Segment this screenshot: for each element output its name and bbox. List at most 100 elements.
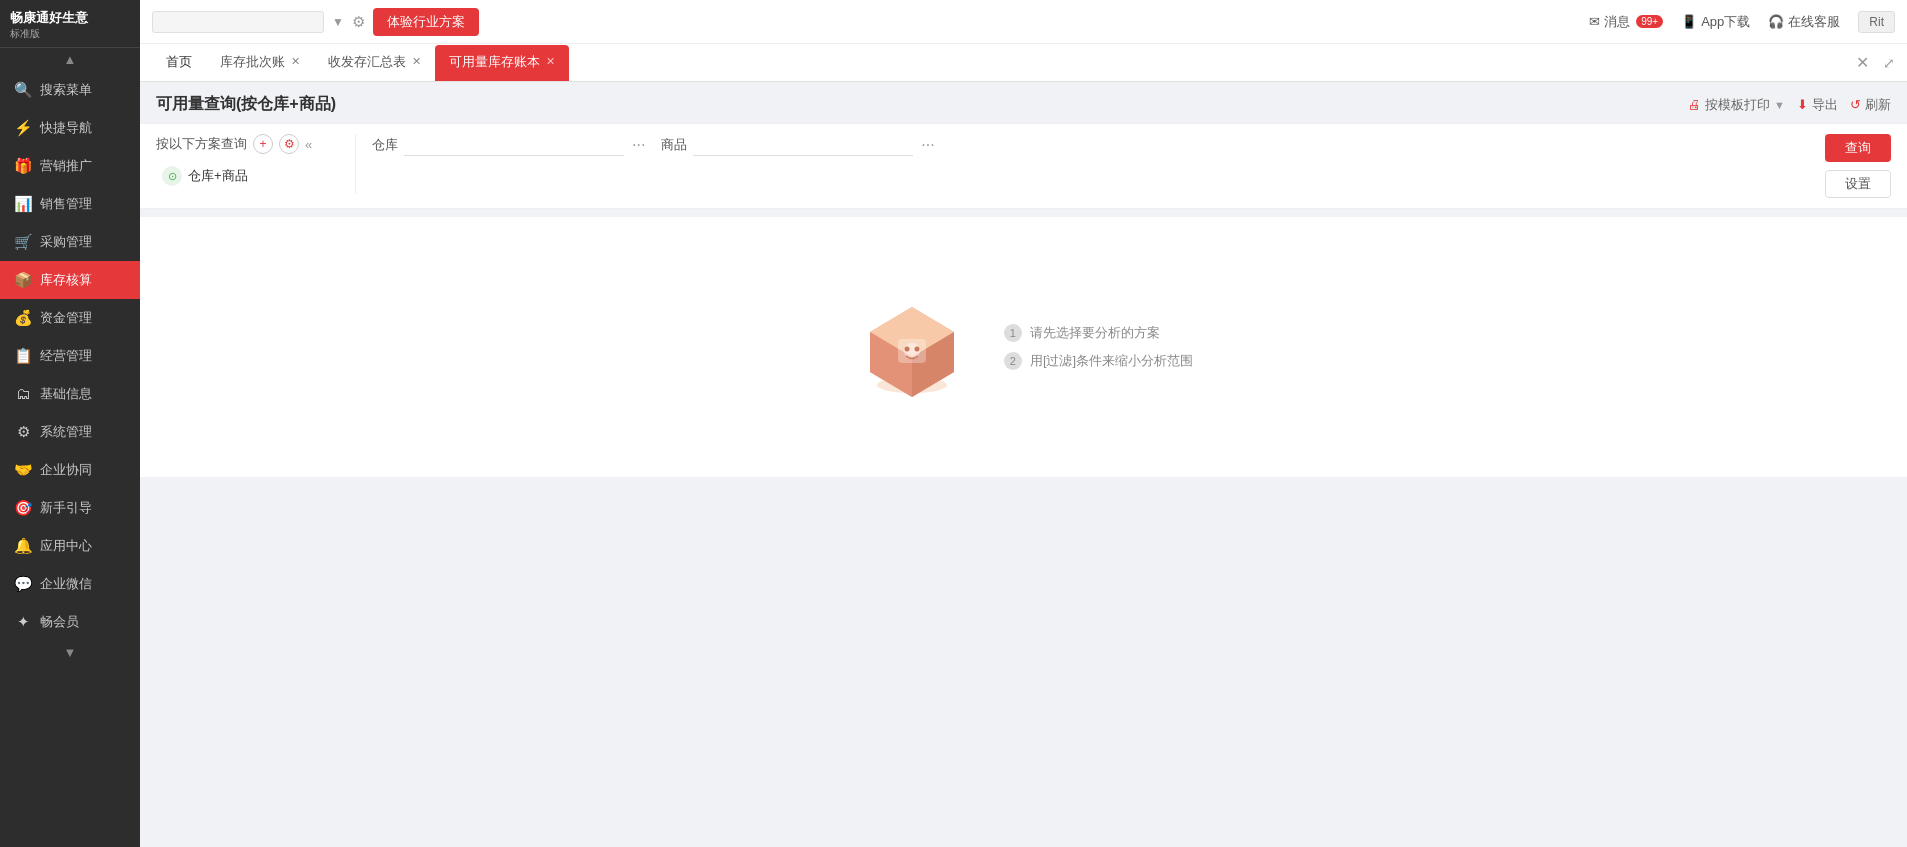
sidebar-label-inventory: 库存核算 xyxy=(40,271,92,289)
topbar-gear-icon[interactable]: ⚙ xyxy=(352,13,365,31)
tab-recv-summary-label: 收发存汇总表 xyxy=(328,53,406,71)
page-title: 可用量查询(按仓库+商品) xyxy=(156,94,336,115)
filter-goods-more-icon[interactable]: ··· xyxy=(921,136,934,154)
scheme-item-label: 仓库+商品 xyxy=(188,167,248,185)
tab-expand-btn[interactable]: ⤢ xyxy=(1883,55,1895,71)
folder-icon: 🗂 xyxy=(14,385,32,402)
clipboard-icon: 📋 xyxy=(14,347,32,365)
online-service-label: 在线客服 xyxy=(1788,13,1840,31)
scheme-item-warehouse-goods[interactable]: ⊙ 仓库+商品 xyxy=(156,162,345,190)
message-label: 消息 xyxy=(1604,13,1630,31)
sidebar-item-wechat[interactable]: 💬 企业微信 xyxy=(0,565,140,603)
filter-warehouse-more-icon[interactable]: ··· xyxy=(632,136,645,154)
message-icon: ✉ xyxy=(1589,14,1600,29)
dropdown-icon[interactable]: ▼ xyxy=(332,15,344,29)
sidebar-item-quick-nav[interactable]: ⚡ 快捷导航 xyxy=(0,109,140,147)
tip-item-2: 2 用[过滤]条件来缩小分析范围 xyxy=(1004,352,1193,370)
filter-area: 仓库 ··· 商品 ··· xyxy=(356,134,1809,156)
sidebar-item-basic-info[interactable]: 🗂 基础信息 xyxy=(0,375,140,413)
tab-recv-summary-close[interactable]: ✕ xyxy=(412,55,421,68)
search-icon: 🔍 xyxy=(14,81,32,99)
sidebar-item-enterprise[interactable]: 🤝 企业协同 xyxy=(0,451,140,489)
action-btns: 查询 设置 xyxy=(1809,134,1891,198)
export-label: 导出 xyxy=(1812,96,1838,114)
user-avatar[interactable]: Rit xyxy=(1858,11,1895,33)
chat-icon: 💬 xyxy=(14,575,32,593)
industry-btn[interactable]: 体验行业方案 xyxy=(373,8,479,36)
sidebar-item-inventory[interactable]: 📦 库存核算 xyxy=(0,261,140,299)
filter-goods-input[interactable] xyxy=(693,134,913,156)
print-dropdown-icon[interactable]: ▼ xyxy=(1774,99,1785,111)
export-btn[interactable]: ⬇ 导出 xyxy=(1797,96,1838,114)
tab-global-close-btn[interactable]: ✕ xyxy=(1850,51,1875,74)
query-row: 按以下方案查询 + ⚙ « ⊙ 仓库+商品 仓库 ··· xyxy=(156,134,1891,198)
sidebar-label-quick-nav: 快捷导航 xyxy=(40,119,92,137)
lightning-icon: ⚡ xyxy=(14,119,32,137)
tip-text-1: 请先选择要分析的方案 xyxy=(1030,324,1160,342)
scheme-add-icon[interactable]: + xyxy=(253,134,273,154)
query-panel: 按以下方案查询 + ⚙ « ⊙ 仓库+商品 仓库 ··· xyxy=(140,123,1907,209)
scheme-item-icon: ⊙ xyxy=(162,166,182,186)
sidebar-item-vip[interactable]: ✦ 畅会员 xyxy=(0,603,140,641)
tabbar: 首页 库存批次账 ✕ 收发存汇总表 ✕ 可用量库存账本 ✕ ✕ ⤢ xyxy=(140,44,1907,82)
tab-batch-account-close[interactable]: ✕ xyxy=(291,55,300,68)
sidebar-item-finance[interactable]: 💰 资金管理 xyxy=(0,299,140,337)
refresh-btn[interactable]: ↺ 刷新 xyxy=(1850,96,1891,114)
svg-point-7 xyxy=(904,347,909,352)
sidebar-item-sales[interactable]: 📊 销售管理 xyxy=(0,185,140,223)
gift-icon: 🎁 xyxy=(14,157,32,175)
gear-icon: ⚙ xyxy=(14,423,32,441)
sidebar-item-app-center[interactable]: 🔔 应用中心 xyxy=(0,527,140,565)
tab-home[interactable]: 首页 xyxy=(152,45,206,81)
sidebar-label-search: 搜索菜单 xyxy=(40,81,92,99)
sidebar-scroll: ▲ 🔍 搜索菜单 ⚡ 快捷导航 🎁 营销推广 📊 销售管理 🛒 采购管理 📦 库… xyxy=(0,48,140,847)
tab-recv-summary[interactable]: 收发存汇总表 ✕ xyxy=(314,45,435,81)
page-header: 可用量查询(按仓库+商品) 🖨 按模板打印 ▼ ⬇ 导出 ↺ 刷新 xyxy=(140,82,1907,123)
tip-text-2: 用[过滤]条件来缩小分析范围 xyxy=(1030,352,1193,370)
sidebar-item-operations[interactable]: 📋 经营管理 xyxy=(0,337,140,375)
tab-batch-account[interactable]: 库存批次账 ✕ xyxy=(206,45,314,81)
sidebar-label-marketing: 营销推广 xyxy=(40,157,92,175)
app-name: 畅康通好生意 xyxy=(10,10,130,27)
scheme-collapse-icon[interactable]: « xyxy=(305,137,312,152)
tab-batch-account-label: 库存批次账 xyxy=(220,53,285,71)
sidebar-item-search[interactable]: 🔍 搜索菜单 xyxy=(0,71,140,109)
sidebar-item-newbie[interactable]: 🎯 新手引导 xyxy=(0,489,140,527)
message-btn[interactable]: ✉ 消息 99+ xyxy=(1589,13,1663,31)
scroll-up-btn[interactable]: ▲ xyxy=(0,48,140,71)
print-btn[interactable]: 🖨 按模板打印 ▼ xyxy=(1688,96,1785,114)
refresh-label: 刷新 xyxy=(1865,96,1891,114)
scheme-settings-icon[interactable]: ⚙ xyxy=(279,134,299,154)
sidebar-label-purchase: 采购管理 xyxy=(40,233,92,251)
app-logo: 畅康通好生意 标准版 xyxy=(0,0,140,48)
query-button[interactable]: 查询 xyxy=(1825,134,1891,162)
tab-available-ledger-close[interactable]: ✕ xyxy=(546,55,555,68)
refresh-icon: ↺ xyxy=(1850,97,1861,112)
scroll-down-btn[interactable]: ▼ xyxy=(0,641,140,664)
sidebar-label-system: 系统管理 xyxy=(40,423,92,441)
sidebar-label-sales: 销售管理 xyxy=(40,195,92,213)
sidebar-label-operations: 经营管理 xyxy=(40,347,92,365)
sidebar-label-enterprise: 企业协同 xyxy=(40,461,92,479)
filter-warehouse-label: 仓库 xyxy=(372,136,398,154)
sidebar-label-finance: 资金管理 xyxy=(40,309,92,327)
tab-home-label: 首页 xyxy=(166,53,192,71)
settings-button[interactable]: 设置 xyxy=(1825,170,1891,198)
sidebar-item-system[interactable]: ⚙ 系统管理 xyxy=(0,413,140,451)
sidebar-item-purchase[interactable]: 🛒 采购管理 xyxy=(0,223,140,261)
box-icon: 📦 xyxy=(14,271,32,289)
cart-icon: 🛒 xyxy=(14,233,32,251)
online-service-btn[interactable]: 🎧 在线客服 xyxy=(1768,13,1840,31)
app-download-btn[interactable]: 📱 App下载 xyxy=(1681,13,1750,31)
tab-actions: ✕ ⤢ xyxy=(1850,51,1895,74)
topbar: ▼ ⚙ 体验行业方案 ✉ 消息 99+ 📱 App下载 🎧 在线客服 Rit xyxy=(140,0,1907,44)
tab-available-ledger[interactable]: 可用量库存账本 ✕ xyxy=(435,45,569,81)
headset-icon: 🎧 xyxy=(1768,14,1784,29)
sidebar: 畅康通好生意 标准版 ▲ 🔍 搜索菜单 ⚡ 快捷导航 🎁 营销推广 📊 销售管理… xyxy=(0,0,140,847)
phone-icon: 📱 xyxy=(1681,14,1697,29)
tab-available-ledger-label: 可用量库存账本 xyxy=(449,53,540,71)
sidebar-item-marketing[interactable]: 🎁 营销推广 xyxy=(0,147,140,185)
empty-state: 1 请先选择要分析的方案 2 用[过滤]条件来缩小分析范围 xyxy=(140,217,1907,477)
filter-warehouse-input[interactable] xyxy=(404,134,624,156)
topbar-search-input[interactable] xyxy=(152,11,324,33)
